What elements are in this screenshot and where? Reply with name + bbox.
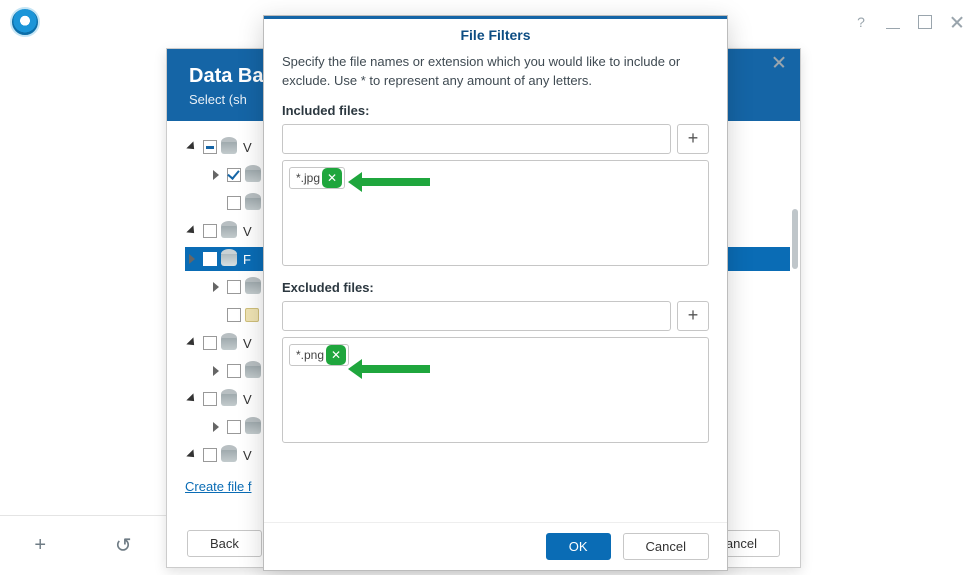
included-input[interactable] [282,124,671,154]
dialog-title: File Filters [264,19,727,53]
included-label: Included files: [282,103,709,118]
back-button[interactable]: Back [187,530,262,557]
app-logo-icon [10,7,40,37]
included-add-button[interactable]: + [677,124,709,154]
ok-button[interactable]: OK [546,533,611,560]
share-icon [221,252,237,266]
excluded-add-button[interactable]: + [677,301,709,331]
share-icon [221,392,237,406]
excluded-list: *.png ✕ [282,337,709,443]
tree-item-label: V [243,336,252,351]
tree-checkbox[interactable] [203,336,217,350]
excluded-input[interactable] [282,301,671,331]
maximize-icon[interactable] [918,15,932,29]
expand-triangle-icon[interactable] [213,170,219,180]
tree-item-label: V [243,140,252,155]
tree-checkbox[interactable] [227,168,241,182]
share-icon [221,140,237,154]
history-button[interactable]: ↺ [115,533,132,558]
left-toolbar: + ↺ [0,515,166,575]
minimize-icon[interactable] [886,15,900,29]
expand-triangle-icon[interactable] [213,282,219,292]
share-icon [221,336,237,350]
tree-checkbox[interactable] [203,252,217,266]
tag-text: *.png [296,348,324,362]
dialog-close-icon[interactable] [772,55,790,73]
tree-checkbox[interactable] [203,224,217,238]
share-icon [245,168,261,182]
help-icon[interactable]: ? [854,15,868,29]
tree-item-label: V [243,224,252,239]
share-icon [245,196,261,210]
file-filters-dialog: File Filters Specify the file names or e… [263,15,728,571]
included-add-row: + [282,124,709,154]
tag-remove-icon[interactable]: ✕ [328,347,344,363]
tree-checkbox[interactable] [227,196,241,210]
add-task-button[interactable]: + [34,534,46,557]
expand-triangle-icon[interactable] [186,393,197,404]
expand-triangle-icon[interactable] [186,225,197,236]
expand-triangle-icon[interactable] [189,254,195,264]
tag-remove-icon[interactable]: ✕ [324,170,340,186]
expand-triangle-icon[interactable] [186,141,197,152]
excluded-tag: *.png ✕ [289,344,349,366]
tree-checkbox[interactable] [227,420,241,434]
excluded-label: Excluded files: [282,280,709,295]
file-icon [245,308,259,322]
annotation-arrow [360,178,430,186]
dialog-description: Specify the file names or extension whic… [282,53,709,91]
expand-triangle-icon[interactable] [186,449,197,460]
tree-checkbox[interactable] [203,448,217,462]
window-controls: ? [854,15,964,29]
tree-item-label: F [243,252,251,267]
tag-text: *.jpg [296,171,320,185]
included-tag: *.jpg ✕ [289,167,345,189]
share-icon [245,364,261,378]
share-icon [221,448,237,462]
tree-checkbox[interactable] [227,308,241,322]
tree-checkbox[interactable] [227,364,241,378]
share-icon [245,280,261,294]
scrollbar[interactable] [792,209,798,269]
tree-item-label: V [243,392,252,407]
expand-triangle-icon[interactable] [213,422,219,432]
cancel-button[interactable]: Cancel [623,533,709,560]
tree-checkbox[interactable] [203,140,217,154]
close-icon[interactable] [950,15,964,29]
share-icon [245,420,261,434]
tree-checkbox[interactable] [227,280,241,294]
expand-triangle-icon[interactable] [186,337,197,348]
excluded-add-row: + [282,301,709,331]
annotation-arrow [360,365,430,373]
dialog-footer: OK Cancel [264,522,727,570]
tree-checkbox[interactable] [203,392,217,406]
share-icon [221,224,237,238]
create-file-filter-link[interactable]: Create file f [185,479,251,494]
plus-icon: + [688,305,699,326]
tree-item-label: V [243,448,252,463]
plus-icon: + [688,128,699,149]
expand-triangle-icon[interactable] [213,366,219,376]
included-list: *.jpg ✕ [282,160,709,266]
